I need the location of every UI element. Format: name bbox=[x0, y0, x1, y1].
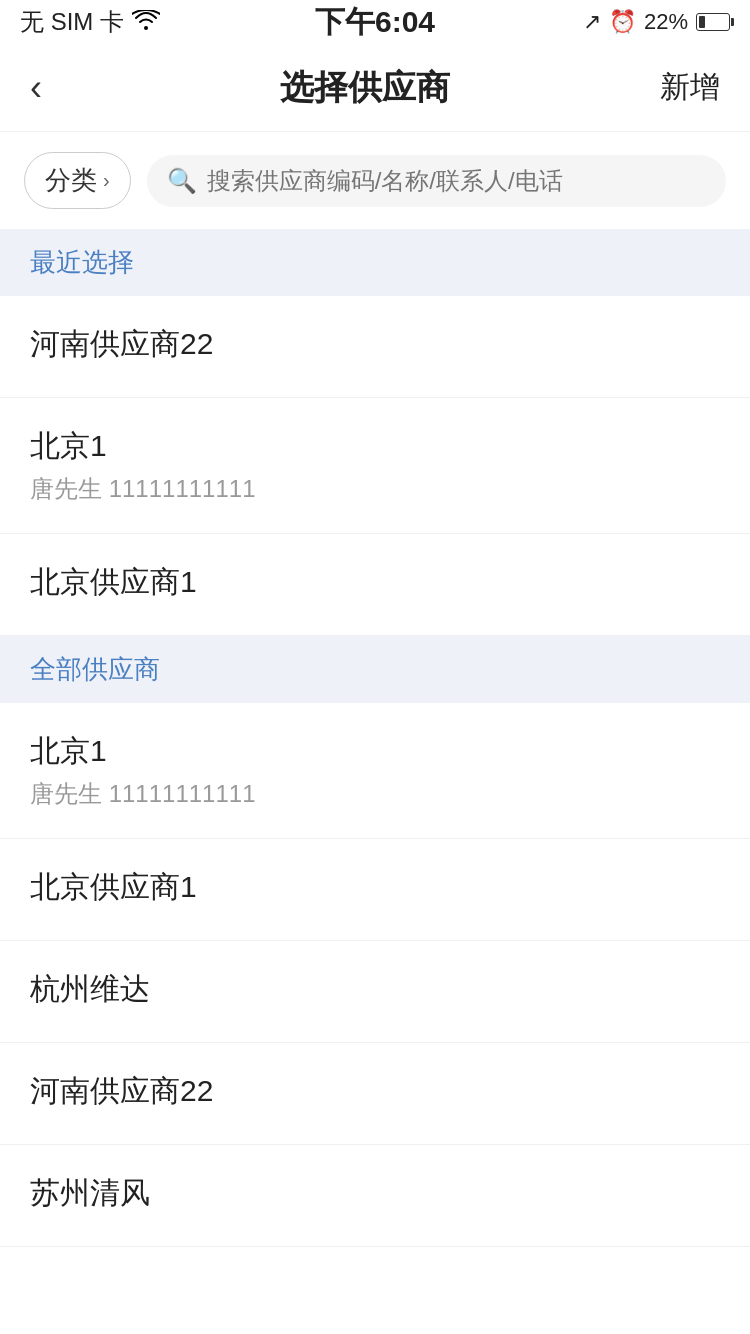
status-left: 无 SIM 卡 bbox=[20, 6, 160, 38]
back-button[interactable]: ‹ bbox=[30, 67, 90, 109]
list-item[interactable]: 河南供应商22 bbox=[0, 1043, 750, 1145]
item-name: 北京供应商1 bbox=[30, 867, 720, 908]
battery-label: 22% bbox=[644, 9, 688, 35]
search-wrapper: 🔍 bbox=[147, 155, 726, 207]
list-item[interactable]: 杭州维达 bbox=[0, 941, 750, 1043]
status-right: ↗ ⏰ 22% bbox=[583, 9, 730, 35]
list-item[interactable]: 北京供应商1 bbox=[0, 534, 750, 636]
category-button[interactable]: 分类 › bbox=[24, 152, 131, 209]
list-item[interactable]: 北京1 唐先生 11111111111 bbox=[0, 703, 750, 839]
item-name: 苏州清风 bbox=[30, 1173, 720, 1214]
item-name: 杭州维达 bbox=[30, 969, 720, 1010]
item-sub: 唐先生 11111111111 bbox=[30, 778, 720, 810]
nav-bar: ‹ 选择供应商 新增 bbox=[0, 44, 750, 132]
list-item[interactable]: 苏州清风 bbox=[0, 1145, 750, 1247]
status-bar: 无 SIM 卡 下午6:04 ↗ ⏰ 22% bbox=[0, 0, 750, 44]
recent-section-header: 最近选择 bbox=[0, 229, 750, 296]
page-title: 选择供应商 bbox=[280, 65, 450, 111]
status-time: 下午6:04 bbox=[315, 2, 435, 43]
item-sub: 唐先生 11111111111 bbox=[30, 473, 720, 505]
location-icon: ↗ bbox=[583, 9, 601, 35]
list-item[interactable]: 北京供应商1 bbox=[0, 839, 750, 941]
item-name: 北京供应商1 bbox=[30, 562, 720, 603]
item-name: 河南供应商22 bbox=[30, 324, 720, 365]
recent-list: 河南供应商22 北京1 唐先生 11111111111 北京供应商1 bbox=[0, 296, 750, 636]
list-item[interactable]: 河南供应商22 bbox=[0, 296, 750, 398]
search-input[interactable] bbox=[207, 167, 706, 195]
all-section-header: 全部供应商 bbox=[0, 636, 750, 703]
list-item[interactable]: 北京1 唐先生 11111111111 bbox=[0, 398, 750, 534]
battery-icon bbox=[696, 13, 730, 31]
search-icon: 🔍 bbox=[167, 167, 197, 195]
item-name: 北京1 bbox=[30, 426, 720, 467]
chevron-right-icon: › bbox=[103, 169, 110, 192]
add-button[interactable]: 新增 bbox=[640, 67, 720, 108]
item-name: 北京1 bbox=[30, 731, 720, 772]
alarm-icon: ⏰ bbox=[609, 9, 636, 35]
carrier-label: 无 SIM 卡 bbox=[20, 6, 124, 38]
item-name: 河南供应商22 bbox=[30, 1071, 720, 1112]
all-list: 北京1 唐先生 11111111111 北京供应商1 杭州维达河南供应商22 苏州清风 bbox=[0, 703, 750, 1247]
wifi-icon bbox=[132, 8, 160, 36]
search-area: 分类 › 🔍 bbox=[0, 132, 750, 229]
category-label: 分类 bbox=[45, 163, 97, 198]
